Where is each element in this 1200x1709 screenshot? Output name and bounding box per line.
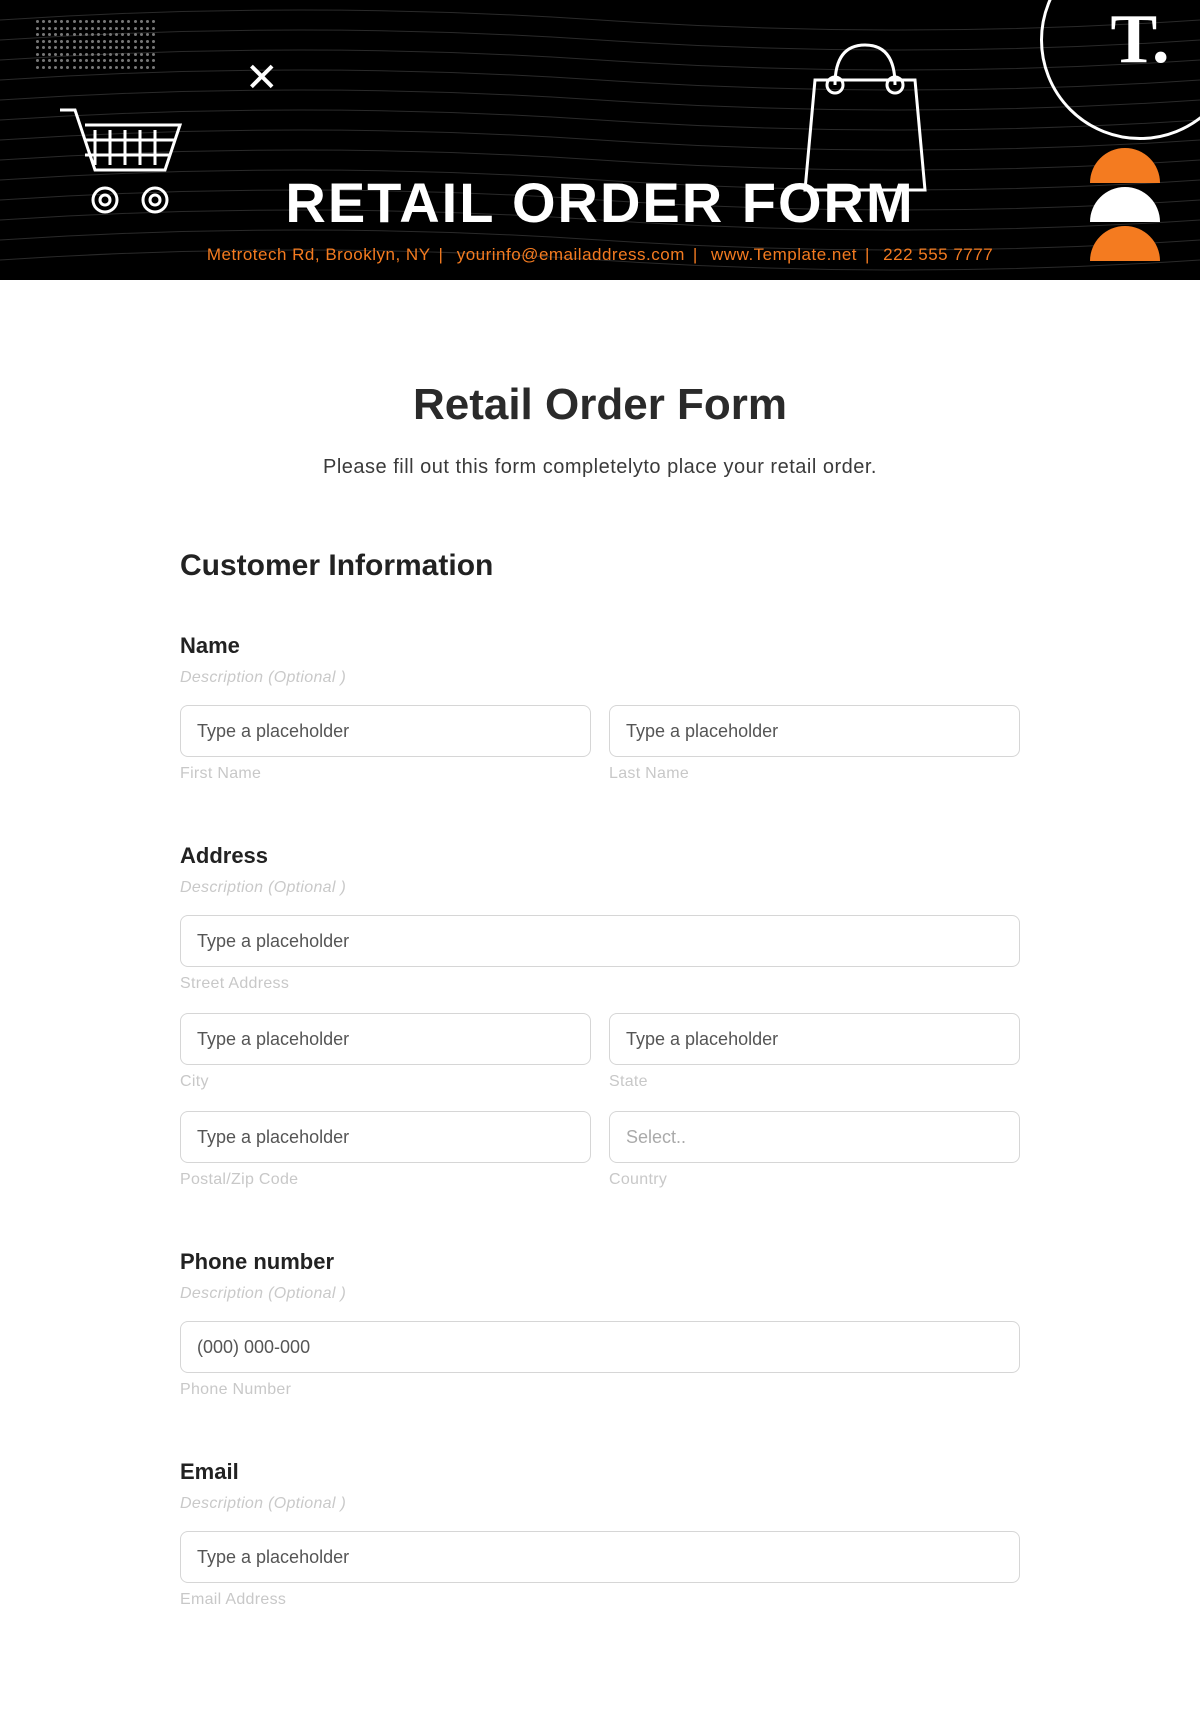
address-description: Description (Optional ) [180,879,1020,897]
country-sublabel: Country [609,1171,1020,1189]
field-name: Name Description (Optional ) First Name … [180,633,1020,783]
email-sublabel: Email Address [180,1591,1020,1609]
name-description: Description (Optional ) [180,669,1020,687]
phone-input[interactable] [180,1321,1020,1373]
form-content: Retail Order Form Please fill out this f… [120,280,1080,1709]
phone-sublabel: Phone Number [180,1381,1020,1399]
email-label: Email [180,1459,1020,1485]
field-phone: Phone number Description (Optional ) Pho… [180,1249,1020,1399]
phone-description: Description (Optional ) [180,1285,1020,1303]
email-description: Description (Optional ) [180,1495,1020,1513]
banner-phone: 222 555 7777 [883,245,993,264]
phone-label: Phone number [180,1249,1020,1275]
banner-address: Metrotech Rd, Brooklyn, NY [207,245,431,264]
page-intro: Please fill out this form completelyto p… [180,456,1020,479]
last-name-sublabel: Last Name [609,765,1020,783]
postal-code-input[interactable] [180,1111,591,1163]
country-select[interactable]: Select.. [609,1111,1020,1163]
banner-website: www.Template.net [711,245,857,264]
banner-header: ✕ T. RETAIL ORDER FORM Metrotech Rd, Bro… [0,0,1200,280]
street-address-input[interactable] [180,915,1020,967]
first-name-input[interactable] [180,705,591,757]
city-input[interactable] [180,1013,591,1065]
banner-contact-line: Metrotech Rd, Brooklyn, NY| yourinfo@ema… [0,245,1200,265]
email-input[interactable] [180,1531,1020,1583]
dot-grid-decoration [36,20,156,70]
street-address-sublabel: Street Address [180,975,1020,993]
banner-email: yourinfo@emailaddress.com [457,245,685,264]
name-label: Name [180,633,1020,659]
close-icon: ✕ [245,55,279,101]
state-input[interactable] [609,1013,1020,1065]
last-name-input[interactable] [609,705,1020,757]
state-sublabel: State [609,1073,1020,1091]
field-email: Email Description (Optional ) Email Addr… [180,1459,1020,1609]
postal-code-sublabel: Postal/Zip Code [180,1171,591,1189]
city-sublabel: City [180,1073,591,1091]
page-title: Retail Order Form [180,380,1020,430]
section-customer-info: Customer Information [180,549,1020,583]
banner-title: RETAIL ORDER FORM [0,170,1200,235]
first-name-sublabel: First Name [180,765,591,783]
field-address: Address Description (Optional ) Street A… [180,843,1020,1189]
address-label: Address [180,843,1020,869]
